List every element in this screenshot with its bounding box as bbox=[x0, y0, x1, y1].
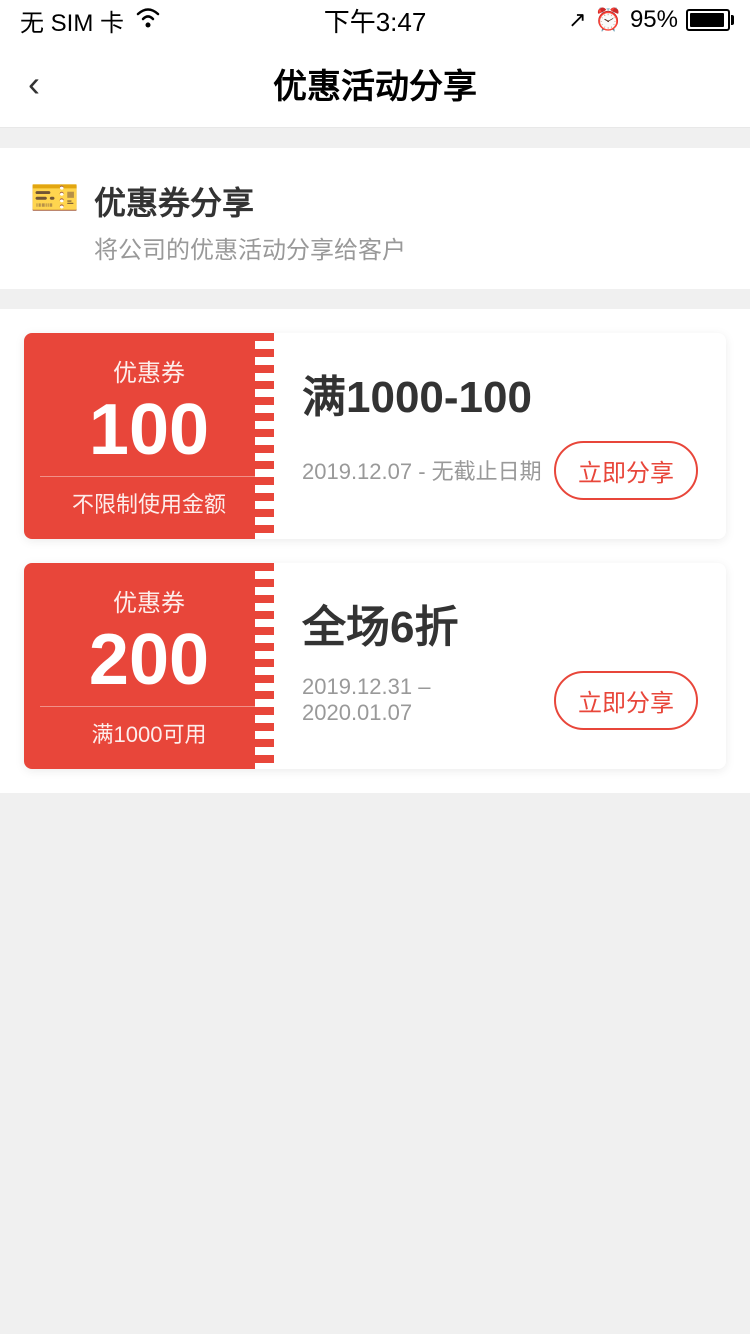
bottom-area bbox=[0, 793, 750, 1293]
coupon-left-0: 优惠券 100 不限制使用金额 bbox=[24, 333, 274, 539]
location-icon: ↗ bbox=[568, 7, 586, 33]
back-button[interactable]: ‹ bbox=[28, 63, 40, 105]
coupons-container: 优惠券 100 不限制使用金额 满1000-100 2019.12.07 - 无… bbox=[0, 309, 750, 793]
battery-icon bbox=[686, 9, 730, 31]
section-header: 🎫 优惠券分享 将公司的优惠活动分享给客户 bbox=[0, 148, 750, 289]
coupon-condition-0: 不限制使用金额 bbox=[40, 476, 258, 519]
section-subtitle: 将公司的优惠活动分享给客户 bbox=[94, 230, 406, 265]
section-title: 优惠券分享 bbox=[94, 178, 406, 224]
coupon-left-1: 优惠券 200 满1000可用 bbox=[24, 563, 274, 769]
coupon-card-0: 优惠券 100 不限制使用金额 满1000-100 2019.12.07 - 无… bbox=[24, 333, 726, 539]
share-button-0[interactable]: 立即分享 bbox=[554, 441, 698, 500]
coupon-label-0: 优惠券 bbox=[113, 353, 185, 388]
coupon-name-0: 满1000-100 bbox=[302, 372, 698, 425]
status-time: 下午3:47 bbox=[324, 2, 427, 39]
coupon-right-0: 满1000-100 2019.12.07 - 无截止日期 立即分享 bbox=[274, 333, 726, 539]
coupon-meta-0: 2019.12.07 - 无截止日期 立即分享 bbox=[302, 441, 698, 500]
status-left: 无 SIM 卡 bbox=[20, 3, 162, 38]
coupon-condition-1: 满1000可用 bbox=[40, 706, 258, 749]
nav-bar: ‹ 优惠活动分享 bbox=[0, 40, 750, 128]
wifi-icon bbox=[134, 6, 162, 35]
coupon-right-1: 全场6折 2019.12.31 – 2020.01.07 立即分享 bbox=[274, 563, 726, 769]
coupon-name-1: 全场6折 bbox=[302, 602, 698, 655]
coupon-meta-1: 2019.12.31 – 2020.01.07 立即分享 bbox=[302, 671, 698, 730]
coupon-amount-0: 100 bbox=[89, 394, 209, 466]
status-bar: 无 SIM 卡 下午3:47 ↗ ⏰ 95% bbox=[0, 0, 750, 40]
coupon-dates-0: 2019.12.07 - 无截止日期 bbox=[302, 454, 542, 486]
status-right: ↗ ⏰ 95% bbox=[568, 6, 730, 34]
page-title: 优惠活动分享 bbox=[273, 59, 477, 108]
carrier-text: 无 SIM 卡 bbox=[20, 3, 124, 38]
coupon-amount-1: 200 bbox=[89, 624, 209, 696]
share-button-1[interactable]: 立即分享 bbox=[554, 671, 698, 730]
coupon-label-1: 优惠券 bbox=[113, 583, 185, 618]
coupon-card-1: 优惠券 200 满1000可用 全场6折 2019.12.31 – 2020.0… bbox=[24, 563, 726, 769]
coupon-dates-1: 2019.12.31 – 2020.01.07 bbox=[302, 674, 542, 726]
battery-percent: 95% bbox=[630, 6, 678, 34]
alarm-icon: ⏰ bbox=[595, 7, 622, 33]
section-text: 优惠券分享 将公司的优惠活动分享给客户 bbox=[94, 178, 406, 265]
coupon-section-icon: 🎫 bbox=[30, 178, 78, 226]
